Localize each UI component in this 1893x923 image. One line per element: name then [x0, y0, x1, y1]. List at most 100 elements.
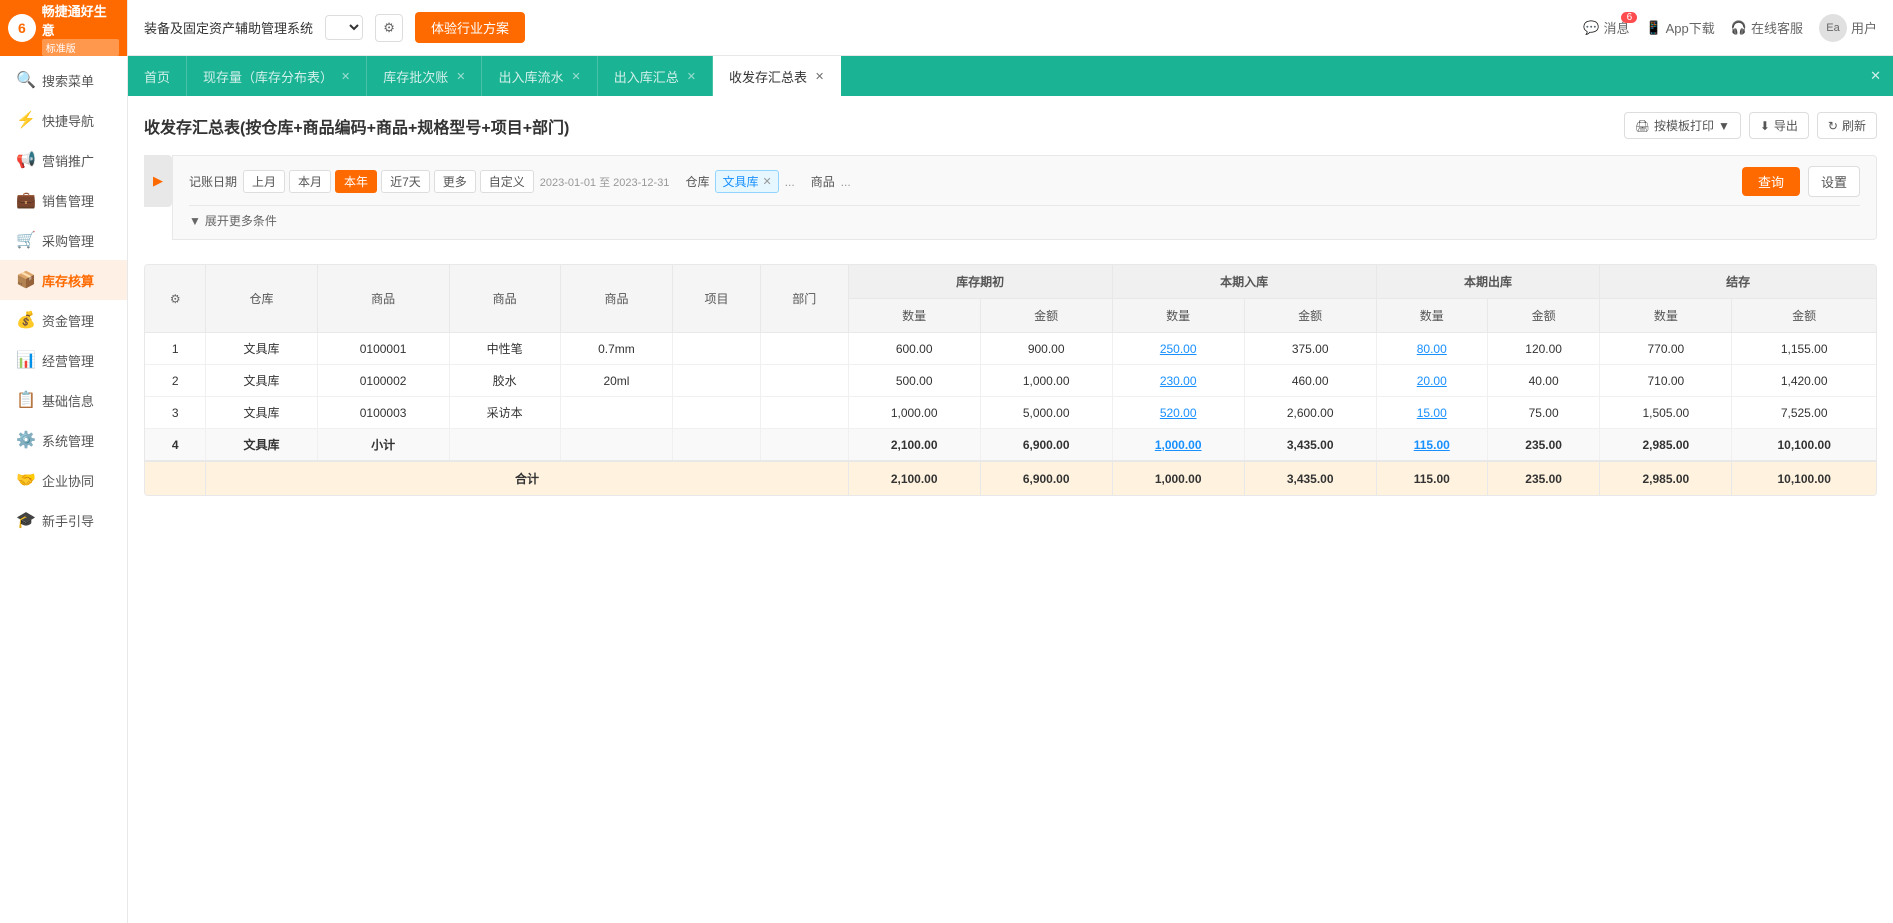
- subtotal-open-qty: 2,100.00: [848, 429, 980, 462]
- filter-section: ▶ 记账日期 上月 本月 本年 近7天 更多 自定义 2023-01-01 至: [144, 155, 1877, 252]
- th-spec: 商品: [560, 265, 672, 333]
- tab-inout-summary-close[interactable]: ✕: [687, 70, 696, 83]
- page-title-actions: 🖨 按模板打印 ▼ ⬇ 导出 ↻ 刷新: [1624, 112, 1877, 139]
- sidebar-item-basic[interactable]: 📋 基础信息: [0, 380, 127, 420]
- tab-stock-dist[interactable]: 现存量（库存分布表） ✕: [187, 56, 367, 96]
- row1-in-amt: 375.00: [1244, 333, 1376, 365]
- export-button[interactable]: ⬇ 导出: [1749, 112, 1809, 139]
- query-button[interactable]: 查询: [1742, 167, 1800, 196]
- refresh-button[interactable]: ↻ 刷新: [1817, 112, 1877, 139]
- tab-stock-dist-label: 现存量（库存分布表）: [203, 67, 333, 86]
- tab-inout-summary[interactable]: 出入库汇总 ✕: [598, 56, 713, 96]
- system-dropdown[interactable]: [325, 15, 363, 40]
- warehouse-more[interactable]: ...: [785, 175, 795, 189]
- sidebar-item-enterprise[interactable]: 🤝 企业协同: [0, 460, 127, 500]
- settings-button[interactable]: ⚙: [375, 14, 403, 42]
- date-btn-7days[interactable]: 近7天: [381, 170, 430, 193]
- row3-close-qty: 1,505.00: [1600, 397, 1732, 429]
- row2-open-amt: 1,000.00: [980, 365, 1112, 397]
- content-area: 收发存汇总表(按仓库+商品编码+商品+规格型号+项目+部门) 🖨 按模板打印 ▼…: [128, 96, 1893, 923]
- sidebar-item-purchase[interactable]: 🛒 采购管理: [0, 220, 127, 260]
- print-dropdown-icon: ▼: [1718, 119, 1730, 133]
- sidebar-item-marketing[interactable]: 📢 营销推广: [0, 140, 127, 180]
- export-icon: ⬇: [1760, 119, 1770, 133]
- date-btn-custom[interactable]: 自定义: [480, 170, 534, 193]
- headset-icon: 🎧: [1731, 20, 1747, 36]
- sidebar-item-sales[interactable]: 💼 销售管理: [0, 180, 127, 220]
- goods-more[interactable]: ...: [841, 175, 851, 189]
- footer-out-qty: 115.00: [1376, 461, 1487, 495]
- sidebar-item-inventory[interactable]: 📦 库存核算: [0, 260, 127, 300]
- warehouse-tag[interactable]: 文具库 ✕: [715, 170, 778, 193]
- inventory-icon: 📦: [16, 270, 34, 290]
- row1-out-qty[interactable]: 80.00: [1376, 333, 1487, 365]
- phone-icon: 📱: [1645, 20, 1661, 36]
- basic-icon: 📋: [16, 390, 34, 410]
- tab-stock-dist-close[interactable]: ✕: [341, 70, 350, 83]
- date-btn-more[interactable]: 更多: [434, 170, 476, 193]
- sidebar-item-finance-label: 资金管理: [42, 311, 94, 330]
- tab-recv-send-close[interactable]: ✕: [815, 70, 824, 83]
- table-row: 2 文具库 0100002 胶水 20ml 500.00 1,000.00 23…: [145, 365, 1876, 397]
- topbar: 装备及固定资产辅助管理系统 ⚙ 体验行业方案 💬 消息 6 📱 App下载 🎧 …: [128, 0, 1893, 56]
- tab-batch[interactable]: 库存批次账 ✕: [367, 56, 482, 96]
- tab-inout-flow-label: 出入库流水: [498, 67, 563, 86]
- tab-home[interactable]: 首页: [128, 56, 187, 96]
- sidebar-item-quicknav[interactable]: ⚡ 快捷导航: [0, 100, 127, 140]
- row3-out-qty[interactable]: 15.00: [1376, 397, 1487, 429]
- tab-inout-flow[interactable]: 出入库流水 ✕: [482, 56, 597, 96]
- sidebar-item-search[interactable]: 🔍 搜索菜单: [0, 60, 127, 100]
- th-open-amt: 金额: [980, 299, 1112, 333]
- th-inbound-group: 本期入库: [1112, 265, 1376, 299]
- sidebar-item-finance[interactable]: 💰 资金管理: [0, 300, 127, 340]
- online-service-action[interactable]: 🎧 在线客服: [1731, 18, 1803, 37]
- subtotal-out-qty[interactable]: 115.00: [1376, 429, 1487, 462]
- table-row: 3 文具库 0100003 采访本 1,000.00 5,000.00 520.…: [145, 397, 1876, 429]
- sidebar-nav: 🔍 搜索菜单 ⚡ 快捷导航 📢 营销推广 💼 销售管理 🛒 采购管理 📦 库存核…: [0, 56, 127, 923]
- trial-button[interactable]: 体验行业方案: [415, 12, 525, 43]
- sidebar-item-system[interactable]: ⚙️ 系统管理: [0, 420, 127, 460]
- row3-open-qty: 1,000.00: [848, 397, 980, 429]
- search-icon: 🔍: [16, 70, 34, 90]
- tab-recv-send[interactable]: 收发存汇总表 ✕: [713, 56, 841, 96]
- user-action[interactable]: Ea 用户: [1819, 14, 1877, 42]
- row1-in-qty[interactable]: 250.00: [1112, 333, 1244, 365]
- sidebar-item-quicknav-label: 快捷导航: [42, 111, 94, 130]
- subtotal-in-qty[interactable]: 1,000.00: [1112, 429, 1244, 462]
- table-settings-icon[interactable]: ⚙: [145, 265, 206, 333]
- settings-filter-button[interactable]: 设置: [1808, 166, 1860, 197]
- th-in-qty: 数量: [1112, 299, 1244, 333]
- sidebar-item-inventory-label: 库存核算: [42, 271, 94, 290]
- row2-in-qty[interactable]: 230.00: [1112, 365, 1244, 397]
- tab-home-label: 首页: [144, 67, 170, 86]
- row2-open-qty: 500.00: [848, 365, 980, 397]
- sidebar-item-newbie[interactable]: 🎓 新手引导: [0, 500, 127, 540]
- row3-in-qty[interactable]: 520.00: [1112, 397, 1244, 429]
- message-action[interactable]: 💬 消息 6: [1583, 18, 1629, 37]
- row2-in-amt: 460.00: [1244, 365, 1376, 397]
- subtotal-empty-spec: [560, 429, 672, 462]
- page-title-bar: 收发存汇总表(按仓库+商品编码+商品+规格型号+项目+部门) 🖨 按模板打印 ▼…: [144, 112, 1877, 139]
- row2-out-qty[interactable]: 20.00: [1376, 365, 1487, 397]
- filter-actions: 查询 设置: [1742, 166, 1860, 197]
- app-download-action[interactable]: 📱 App下载: [1645, 18, 1714, 37]
- tab-inout-flow-close[interactable]: ✕: [572, 70, 581, 83]
- date-btn-this-month[interactable]: 本月: [289, 170, 331, 193]
- print-button[interactable]: 🖨 按模板打印 ▼: [1624, 112, 1741, 139]
- row1-name: 中性笔: [449, 333, 560, 365]
- sidebar-item-operations[interactable]: 📊 经营管理: [0, 340, 127, 380]
- warehouse-tag-close[interactable]: ✕: [762, 175, 771, 188]
- filter-toggle[interactable]: ▶: [144, 155, 172, 207]
- topbar-actions: 💬 消息 6 📱 App下载 🎧 在线客服 Ea 用户: [1583, 14, 1877, 42]
- app-download-label: App下载: [1666, 18, 1715, 37]
- tab-batch-label: 库存批次账: [383, 67, 448, 86]
- sidebar-item-marketing-label: 营销推广: [42, 151, 94, 170]
- close-tab-area[interactable]: ✕: [1858, 56, 1893, 96]
- row1-close-qty: 770.00: [1600, 333, 1732, 365]
- expand-filter-button[interactable]: ▼ 展开更多条件: [189, 205, 1860, 229]
- tab-batch-close[interactable]: ✕: [456, 70, 465, 83]
- system-icon: ⚙️: [16, 430, 34, 450]
- date-btn-this-year[interactable]: 本年: [335, 170, 377, 193]
- date-btn-last-month[interactable]: 上月: [243, 170, 285, 193]
- row1-code: 0100001: [317, 333, 449, 365]
